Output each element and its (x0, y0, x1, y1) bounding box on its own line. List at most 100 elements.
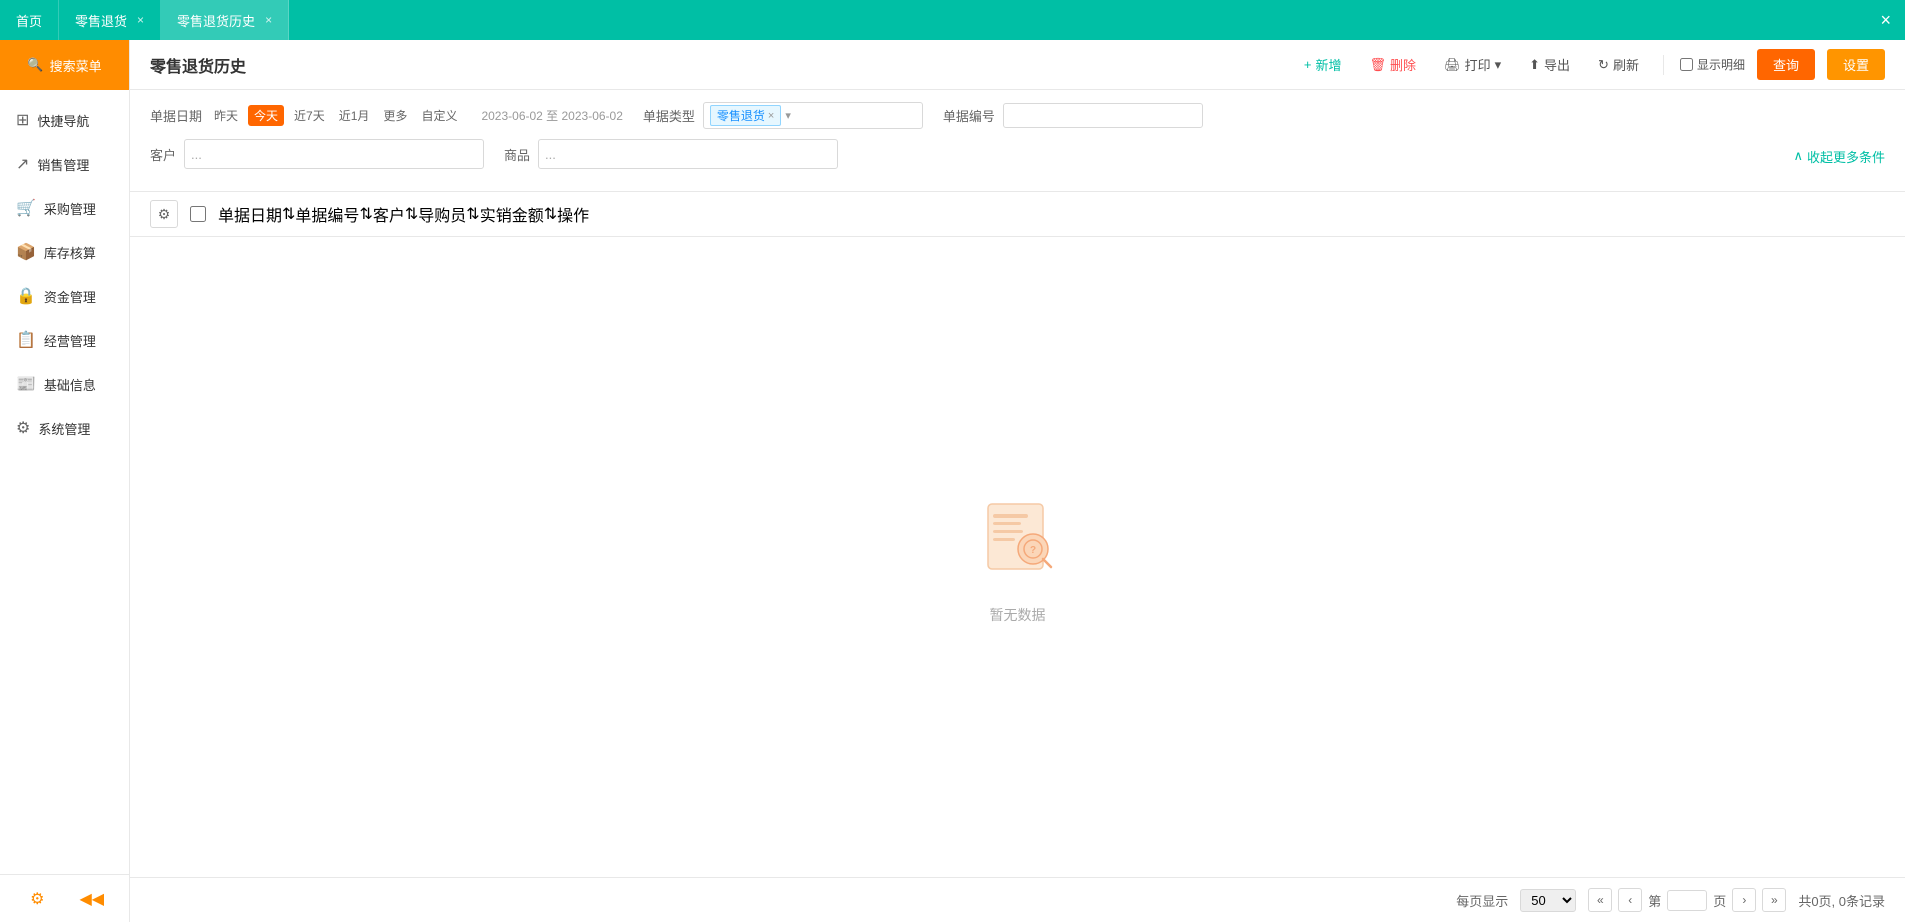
next-page-icon: › (1742, 893, 1746, 907)
total-info: 共0页, 0条记录 (1798, 891, 1885, 910)
sort-guide-icon: ⇅ (466, 204, 479, 224)
type-tag-close[interactable]: × (768, 110, 774, 122)
tab-retail-return-label: 零售退货 (75, 11, 127, 30)
sidebar-item-ops-mgmt[interactable]: 📋 经营管理 (0, 318, 129, 362)
print-icon: 🖨 (1444, 57, 1461, 73)
delete-icon: 🗑 (1370, 57, 1387, 73)
customer-filter-label: 客户 (150, 145, 176, 164)
sort-amount-icon: ⇅ (544, 204, 557, 224)
collapse-button[interactable]: ∧ 收起更多条件 (1793, 147, 1885, 166)
date-today[interactable]: 今天 (248, 105, 284, 126)
tab-retail-return-close[interactable]: × (137, 13, 144, 27)
sidebar-item-finance-mgmt[interactable]: 🔒 资金管理 (0, 274, 129, 318)
settings-icon: ⚙ (30, 889, 44, 909)
prev-page-icon: ‹ (1628, 893, 1632, 907)
sort-num-icon: ⇅ (359, 204, 372, 224)
sidebar-item-label: 基础信息 (44, 375, 96, 394)
sidebar-item-purchase-mgmt[interactable]: 🛒 采购管理 (0, 186, 129, 230)
window-close-button[interactable]: × (1866, 0, 1905, 40)
new-button[interactable]: + 新增 (1296, 51, 1350, 78)
prev-page-button[interactable]: ‹ (1618, 888, 1642, 912)
page-title: 零售退货历史 (150, 53, 246, 77)
customer-input[interactable]: ... (184, 139, 484, 169)
delete-button[interactable]: 🗑 删除 (1362, 51, 1425, 78)
num-filter-label: 单据编号 (943, 106, 995, 125)
query-button[interactable]: 查询 (1757, 49, 1815, 80)
date-yesterday[interactable]: 昨天 (210, 105, 242, 126)
new-icon: + (1304, 57, 1312, 72)
goods-input[interactable]: ... (538, 139, 838, 169)
tab-home[interactable]: 首页 (0, 0, 59, 40)
export-button[interactable]: ⬆ 导出 (1521, 51, 1578, 78)
next-page-button[interactable]: › (1732, 888, 1756, 912)
table-settings-button[interactable]: ⚙ (150, 200, 178, 228)
page-header: 零售退货历史 + 新增 🗑 删除 🖨 打印 ▾ ⬆ 导出 (130, 40, 1905, 90)
page-size-select[interactable]: 50 100 200 (1520, 889, 1576, 912)
date-shortcuts: 昨天 今天 近7天 近1月 更多 自定义 (210, 105, 461, 126)
goods-filter: 商品 ... (504, 139, 838, 169)
sort-date-icon: ⇅ (282, 204, 295, 224)
top-bar: 首页 零售退货 × 零售退货历史 × × (0, 0, 1905, 40)
quick-nav-icon: ⊞ (16, 110, 29, 130)
sidebar-item-label: 销售管理 (37, 155, 89, 174)
search-icon: 🔍 (27, 57, 43, 73)
first-page-button[interactable]: « (1588, 888, 1612, 912)
tab-retail-return-history[interactable]: 零售退货历史 × (161, 0, 289, 40)
num-input[interactable] (1003, 103, 1203, 128)
date-range-text: 2023-06-02 至 2023-06-02 (481, 107, 622, 124)
date-more[interactable]: 更多 (379, 105, 411, 126)
date-7days[interactable]: 近7天 (290, 105, 329, 126)
tab-retail-return[interactable]: 零售退货 × (59, 0, 161, 40)
tab-retail-return-history-close[interactable]: × (265, 13, 272, 27)
tab-retail-return-history-label: 零售退货历史 (177, 11, 255, 30)
sidebar-settings-button[interactable]: ⚙ (21, 883, 53, 915)
date-custom[interactable]: 自定义 (417, 105, 461, 126)
page-size-label: 每页显示 (1456, 891, 1508, 910)
type-filter: 单据类型 零售退货 × ▾ (643, 102, 923, 129)
export-label: 导出 (1544, 55, 1570, 74)
sidebar-item-sales-mgmt[interactable]: ↗ 销售管理 (0, 142, 129, 186)
last-page-button[interactable]: » (1762, 888, 1786, 912)
base-info-icon: 📰 (16, 374, 36, 394)
purchase-mgmt-icon: 🛒 (16, 198, 36, 218)
collapse-label: 收起更多条件 (1807, 147, 1885, 166)
main-layout: 🔍 搜索菜单 ⊞ 快捷导航 ↗ 销售管理 🛒 采购管理 📦 库存核算 🔒 (0, 40, 1905, 922)
type-filter-label: 单据类型 (643, 106, 695, 125)
header-actions: + 新增 🗑 删除 🖨 打印 ▾ ⬆ 导出 ↻ (1296, 49, 1885, 80)
page-number-input[interactable]: 1 (1667, 890, 1707, 911)
sidebar-audio-button[interactable]: ◀◀ (76, 883, 108, 915)
date-filter-label: 单据日期 (150, 106, 202, 125)
sidebar-item-label: 采购管理 (44, 199, 96, 218)
sidebar-item-base-info[interactable]: 📰 基础信息 (0, 362, 129, 406)
refresh-label: 刷新 (1613, 55, 1639, 74)
goods-filter-label: 商品 (504, 145, 530, 164)
last-page-icon: » (1771, 893, 1778, 907)
filter-row-1: 单据日期 昨天 今天 近7天 近1月 更多 自定义 2023-06-02 至 2… (150, 102, 1885, 129)
sidebar-item-sys-mgmt[interactable]: ⚙ 系统管理 (0, 406, 129, 450)
date-1month[interactable]: 近1月 (335, 105, 374, 126)
stock-calc-icon: 📦 (16, 242, 36, 262)
print-label: 打印 (1465, 55, 1491, 74)
type-input[interactable]: 零售退货 × ▾ (703, 102, 923, 129)
select-all-checkbox[interactable] (190, 206, 206, 222)
num-filter: 单据编号 (943, 103, 1203, 128)
print-button[interactable]: 🖨 打印 ▾ (1436, 51, 1509, 78)
new-label: 新增 (1316, 55, 1342, 74)
empty-text: 暂无数据 (990, 605, 1046, 625)
sidebar-item-stock-calc[interactable]: 📦 库存核算 (0, 230, 129, 274)
settings-button[interactable]: 设置 (1827, 49, 1885, 80)
sidebar-item-quick-nav[interactable]: ⊞ 快捷导航 (0, 98, 129, 142)
customer-filter: 客户 ... (150, 139, 484, 169)
sidebar-item-label: 系统管理 (38, 419, 90, 438)
filter-row-2: 客户 ... 商品 ... ∧ 收起更多条件 (150, 139, 1885, 169)
sidebar-search-button[interactable]: 🔍 搜索菜单 (0, 40, 129, 90)
first-page-icon: « (1597, 893, 1604, 907)
collapse-up-icon: ∧ (1793, 148, 1803, 164)
jump-label: 第 (1648, 891, 1661, 910)
goods-placeholder: ... (545, 147, 556, 162)
sidebar-search-label: 搜索菜单 (50, 56, 102, 75)
refresh-button[interactable]: ↻ 刷新 (1590, 51, 1647, 78)
show-detail-checkbox[interactable] (1680, 58, 1693, 71)
tab-home-label: 首页 (16, 11, 42, 30)
filter-area: 单据日期 昨天 今天 近7天 近1月 更多 自定义 2023-06-02 至 2… (130, 90, 1905, 192)
